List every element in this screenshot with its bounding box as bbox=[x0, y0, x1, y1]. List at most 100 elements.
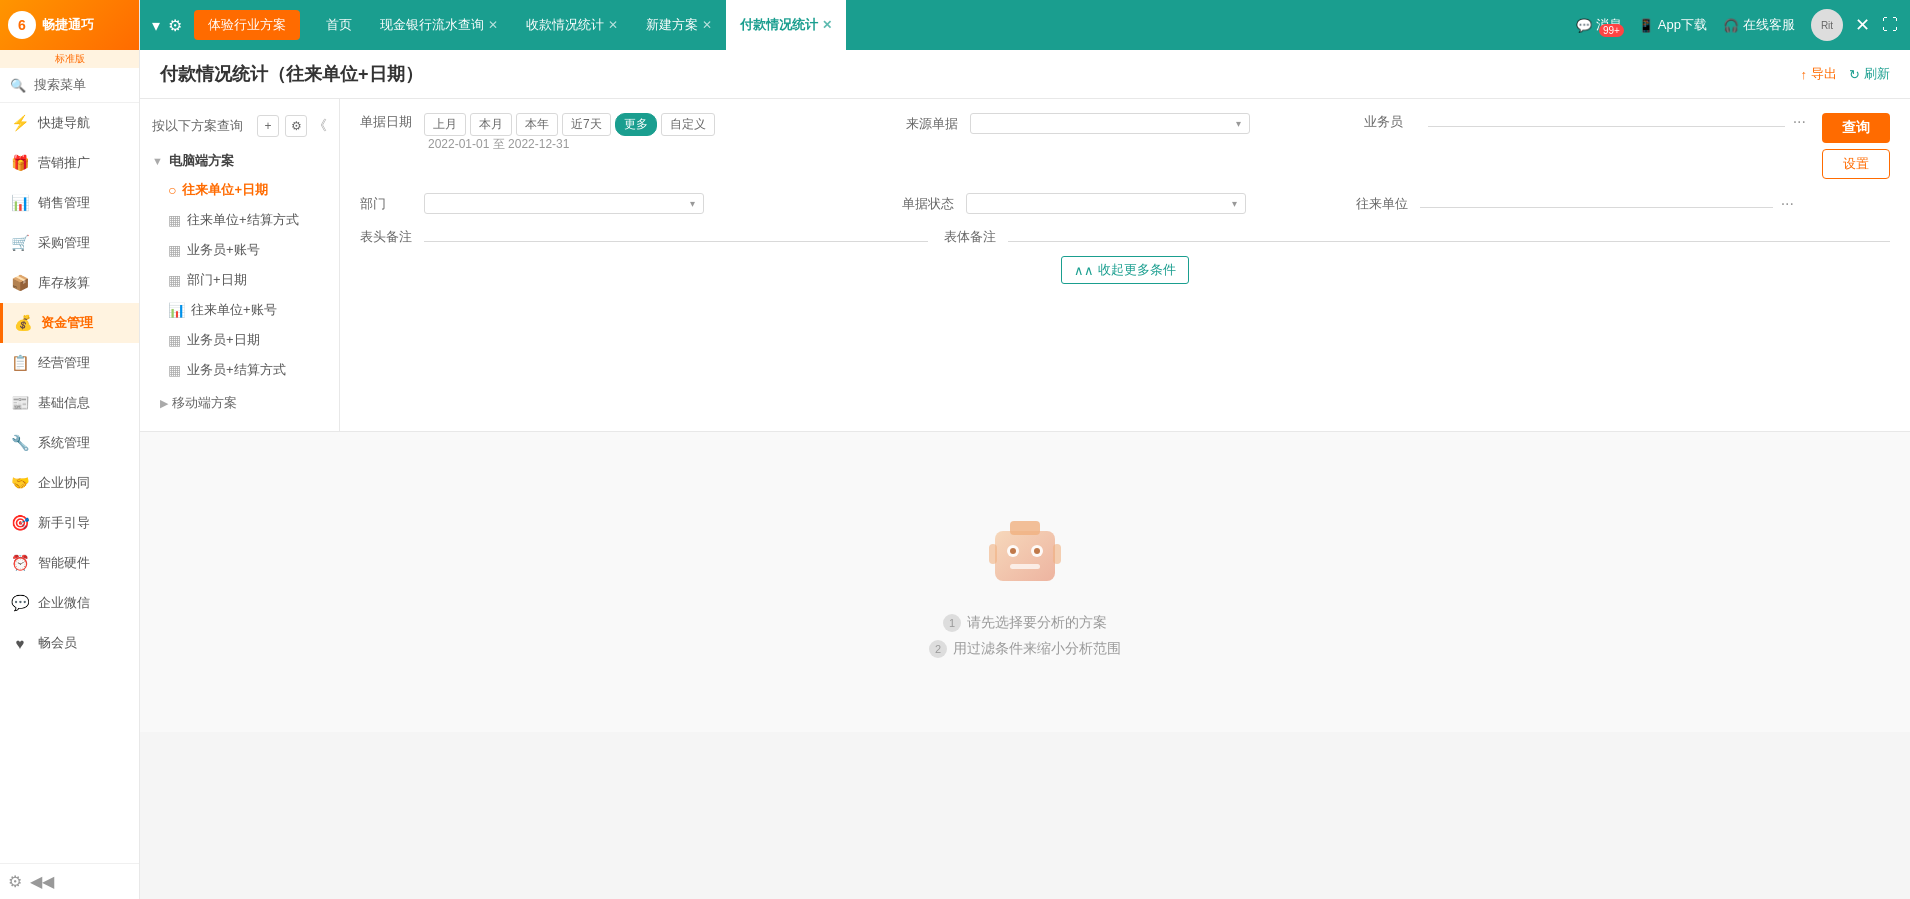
sidebar-item-marketing[interactable]: 🎁 营销推广 bbox=[0, 143, 139, 183]
collapse-icon: ∧∧ bbox=[1074, 263, 1094, 278]
sidebar-item-wechat[interactable]: 💬 企业微信 bbox=[0, 583, 139, 623]
topbar-close-button[interactable]: ✕ bbox=[1847, 14, 1878, 36]
scheme-settings-button[interactable]: ⚙ bbox=[285, 115, 307, 137]
topbar-tab-new-plan[interactable]: 新建方案✕ bbox=[632, 0, 726, 50]
scheme-mobile-arrow: ▶ bbox=[160, 397, 168, 410]
sidebar-item-purchase[interactable]: 🛒 采购管理 bbox=[0, 223, 139, 263]
export-button[interactable]: ↑ 导出 bbox=[1801, 65, 1838, 83]
scheme-item-counterpart-date[interactable]: ○ 往来单位+日期 bbox=[140, 175, 339, 205]
quick-nav-icon: ⚡ bbox=[10, 113, 30, 133]
sidebar-item-capital[interactable]: 💰 资金管理 bbox=[0, 303, 139, 343]
date-buttons: 上月 本月 本年 近7天 更多 自定义 2022-01-01 至 2022-12… bbox=[424, 113, 715, 153]
main-content: ▾ ⚙ 体验行业方案 首页现金银行流水查询✕收款情况统计✕新建方案✕付款情况统计… bbox=[140, 0, 1910, 899]
source-chevron-icon: ▾ bbox=[1236, 118, 1241, 129]
sidebar-item-inventory[interactable]: 📦 库存核算 bbox=[0, 263, 139, 303]
tab-close-new-plan[interactable]: ✕ bbox=[702, 18, 712, 32]
source-label: 来源单据 bbox=[906, 115, 962, 133]
topbar-tab-payment-stats[interactable]: 付款情况统计 ✕ bbox=[726, 0, 846, 50]
date-btn-7days[interactable]: 近7天 bbox=[562, 113, 611, 136]
scheme-group-desktop-header[interactable]: ▼ 电脑端方案 bbox=[140, 147, 339, 175]
doc-status-select[interactable]: ▾ bbox=[966, 193, 1246, 214]
collab-icon: 🤝 bbox=[10, 473, 30, 493]
sidebar-nav: ⚡ 快捷导航 🎁 营销推广 📊 销售管理 🛒 采购管理 📦 库存核算 💰 资金管… bbox=[0, 103, 139, 663]
message-badge: 99+ bbox=[1599, 24, 1624, 37]
settings-button[interactable]: 设置 bbox=[1822, 149, 1890, 179]
scheme-item-counterpart-settle[interactable]: ▦ 往来单位+结算方式 bbox=[140, 205, 339, 235]
app-download-link[interactable]: 📱 App下载 bbox=[1638, 16, 1707, 34]
sales-icon: 📊 bbox=[10, 193, 30, 213]
svg-point-4 bbox=[1010, 548, 1016, 554]
user-avatar[interactable]: Rit bbox=[1811, 9, 1843, 41]
logo-icon: 6 bbox=[8, 11, 36, 39]
query-button[interactable]: 查询 bbox=[1822, 113, 1890, 143]
sidebar-item-system[interactable]: 🔧 系统管理 bbox=[0, 423, 139, 463]
tab-close-bank-flow[interactable]: ✕ bbox=[488, 18, 498, 32]
system-icon: 🔧 bbox=[10, 433, 30, 453]
sidebar-item-operation[interactable]: 📋 经营管理 bbox=[0, 343, 139, 383]
topbar-settings-icon[interactable]: ⚙ bbox=[168, 16, 182, 35]
date-btn-more[interactable]: 更多 bbox=[615, 113, 657, 136]
scheme-group-mobile-header[interactable]: ▶ 移动端方案 bbox=[140, 389, 339, 417]
scheme-item-salesperson-settle[interactable]: ▦ 业务员+结算方式 bbox=[140, 355, 339, 385]
topbar-expand-button[interactable]: ⛶ bbox=[1882, 16, 1898, 34]
sidebar-collapse-icon[interactable]: ◀◀ bbox=[30, 872, 54, 891]
tab-label-payment-stats: 付款情况统计 bbox=[740, 16, 818, 34]
scheme-item-counterpart-account[interactable]: 📊 往来单位+账号 bbox=[140, 295, 339, 325]
scheme-item-salesperson-account[interactable]: ▦ 业务员+账号 bbox=[140, 235, 339, 265]
sidebar-item-collab[interactable]: 🤝 企业协同 bbox=[0, 463, 139, 503]
scheme-group-mobile-title: 移动端方案 bbox=[172, 394, 237, 412]
date-btn-this-month[interactable]: 本月 bbox=[470, 113, 512, 136]
date-btn-last-month[interactable]: 上月 bbox=[424, 113, 466, 136]
online-service-link[interactable]: 🎧 在线客服 bbox=[1723, 16, 1795, 34]
scheme-collapse-button[interactable]: 《 bbox=[313, 117, 327, 135]
trial-button[interactable]: 体验行业方案 bbox=[194, 10, 300, 40]
sidebar-item-basic-info[interactable]: 📰 基础信息 bbox=[0, 383, 139, 423]
sidebar-item-vip[interactable]: ♥ 畅会员 bbox=[0, 623, 139, 663]
topbar-tab-home[interactable]: 首页 bbox=[312, 0, 366, 50]
tab-close-receipt-stats[interactable]: ✕ bbox=[608, 18, 618, 32]
svg-rect-1 bbox=[1010, 521, 1040, 535]
purchase-icon: 🛒 bbox=[10, 233, 30, 253]
counterpart-more-icon[interactable]: ··· bbox=[1781, 195, 1794, 213]
basic-info-icon: 📰 bbox=[10, 393, 30, 413]
collapse-more-button[interactable]: ∧∧ 收起更多条件 bbox=[1061, 256, 1189, 284]
sidebar-item-label-purchase: 采购管理 bbox=[38, 234, 90, 252]
topbar-tab-bank-flow[interactable]: 现金银行流水查询✕ bbox=[366, 0, 512, 50]
sidebar-item-label-wechat: 企业微信 bbox=[38, 594, 90, 612]
dept-select[interactable]: ▾ bbox=[424, 193, 704, 214]
page-title: 付款情况统计（往来单位+日期） bbox=[160, 62, 423, 86]
empty-state: 1 请先选择要分析的方案 2 用过滤条件来缩小分析范围 bbox=[929, 506, 1121, 658]
sidebar-item-hardware[interactable]: ⏰ 智能硬件 bbox=[0, 543, 139, 583]
message-icon: 💬 bbox=[1576, 18, 1592, 33]
topbar-right-actions: 💬 消息 99+ 📱 App下载 🎧 在线客服 Rit bbox=[1576, 9, 1843, 41]
scheme-add-button[interactable]: + bbox=[257, 115, 279, 137]
guide-icon: 🎯 bbox=[10, 513, 30, 533]
topbar-tab-receipt-stats[interactable]: 收款情况统计✕ bbox=[512, 0, 632, 50]
vip-icon: ♥ bbox=[10, 633, 30, 653]
page-header-actions: ↑ 导出 ↻ 刷新 bbox=[1801, 65, 1891, 83]
sidebar-item-guide[interactable]: 🎯 新手引导 bbox=[0, 503, 139, 543]
sidebar-item-quick-nav[interactable]: ⚡ 快捷导航 bbox=[0, 103, 139, 143]
dept-label: 部门 bbox=[360, 195, 416, 213]
topbar: ▾ ⚙ 体验行业方案 首页现金银行流水查询✕收款情况统计✕新建方案✕付款情况统计… bbox=[140, 0, 1910, 50]
scheme-item-label-counterpart-date: 往来单位+日期 bbox=[182, 181, 268, 199]
scheme-panel-actions: + ⚙ 《 bbox=[257, 115, 327, 137]
tab-close-payment-stats[interactable]: ✕ bbox=[822, 18, 832, 32]
sidebar-logo: 6 畅捷通巧 bbox=[0, 0, 139, 50]
scheme-item-salesperson-date[interactable]: ▦ 业务员+日期 bbox=[140, 325, 339, 355]
topbar-dropdown-icon[interactable]: ▾ bbox=[152, 16, 160, 35]
salesperson-more-icon[interactable]: ··· bbox=[1793, 113, 1806, 131]
source-select[interactable]: ▾ bbox=[970, 113, 1250, 134]
date-btn-this-year[interactable]: 本年 bbox=[516, 113, 558, 136]
search-menu-item[interactable]: 🔍 搜索菜单 bbox=[0, 68, 139, 103]
scheme-item-icon-salesperson-settle: ▦ bbox=[168, 362, 181, 378]
sidebar-item-sales[interactable]: 📊 销售管理 bbox=[0, 183, 139, 223]
date-label: 单据日期 bbox=[360, 113, 416, 131]
scheme-group-desktop: ▼ 电脑端方案 ○ 往来单位+日期 ▦ 往来单位+结算方式 ▦ 业务员+账号 ▦… bbox=[140, 147, 339, 385]
refresh-button[interactable]: ↻ 刷新 bbox=[1849, 65, 1890, 83]
topbar-tabs: 首页现金银行流水查询✕收款情况统计✕新建方案✕ 付款情况统计 ✕ bbox=[312, 0, 1572, 50]
sidebar-settings-icon[interactable]: ⚙ bbox=[8, 872, 22, 891]
scheme-item-dept-date[interactable]: ▦ 部门+日期 bbox=[140, 265, 339, 295]
date-btn-custom[interactable]: 自定义 bbox=[661, 113, 715, 136]
messages-icon-wrap[interactable]: 💬 消息 99+ bbox=[1576, 16, 1622, 34]
